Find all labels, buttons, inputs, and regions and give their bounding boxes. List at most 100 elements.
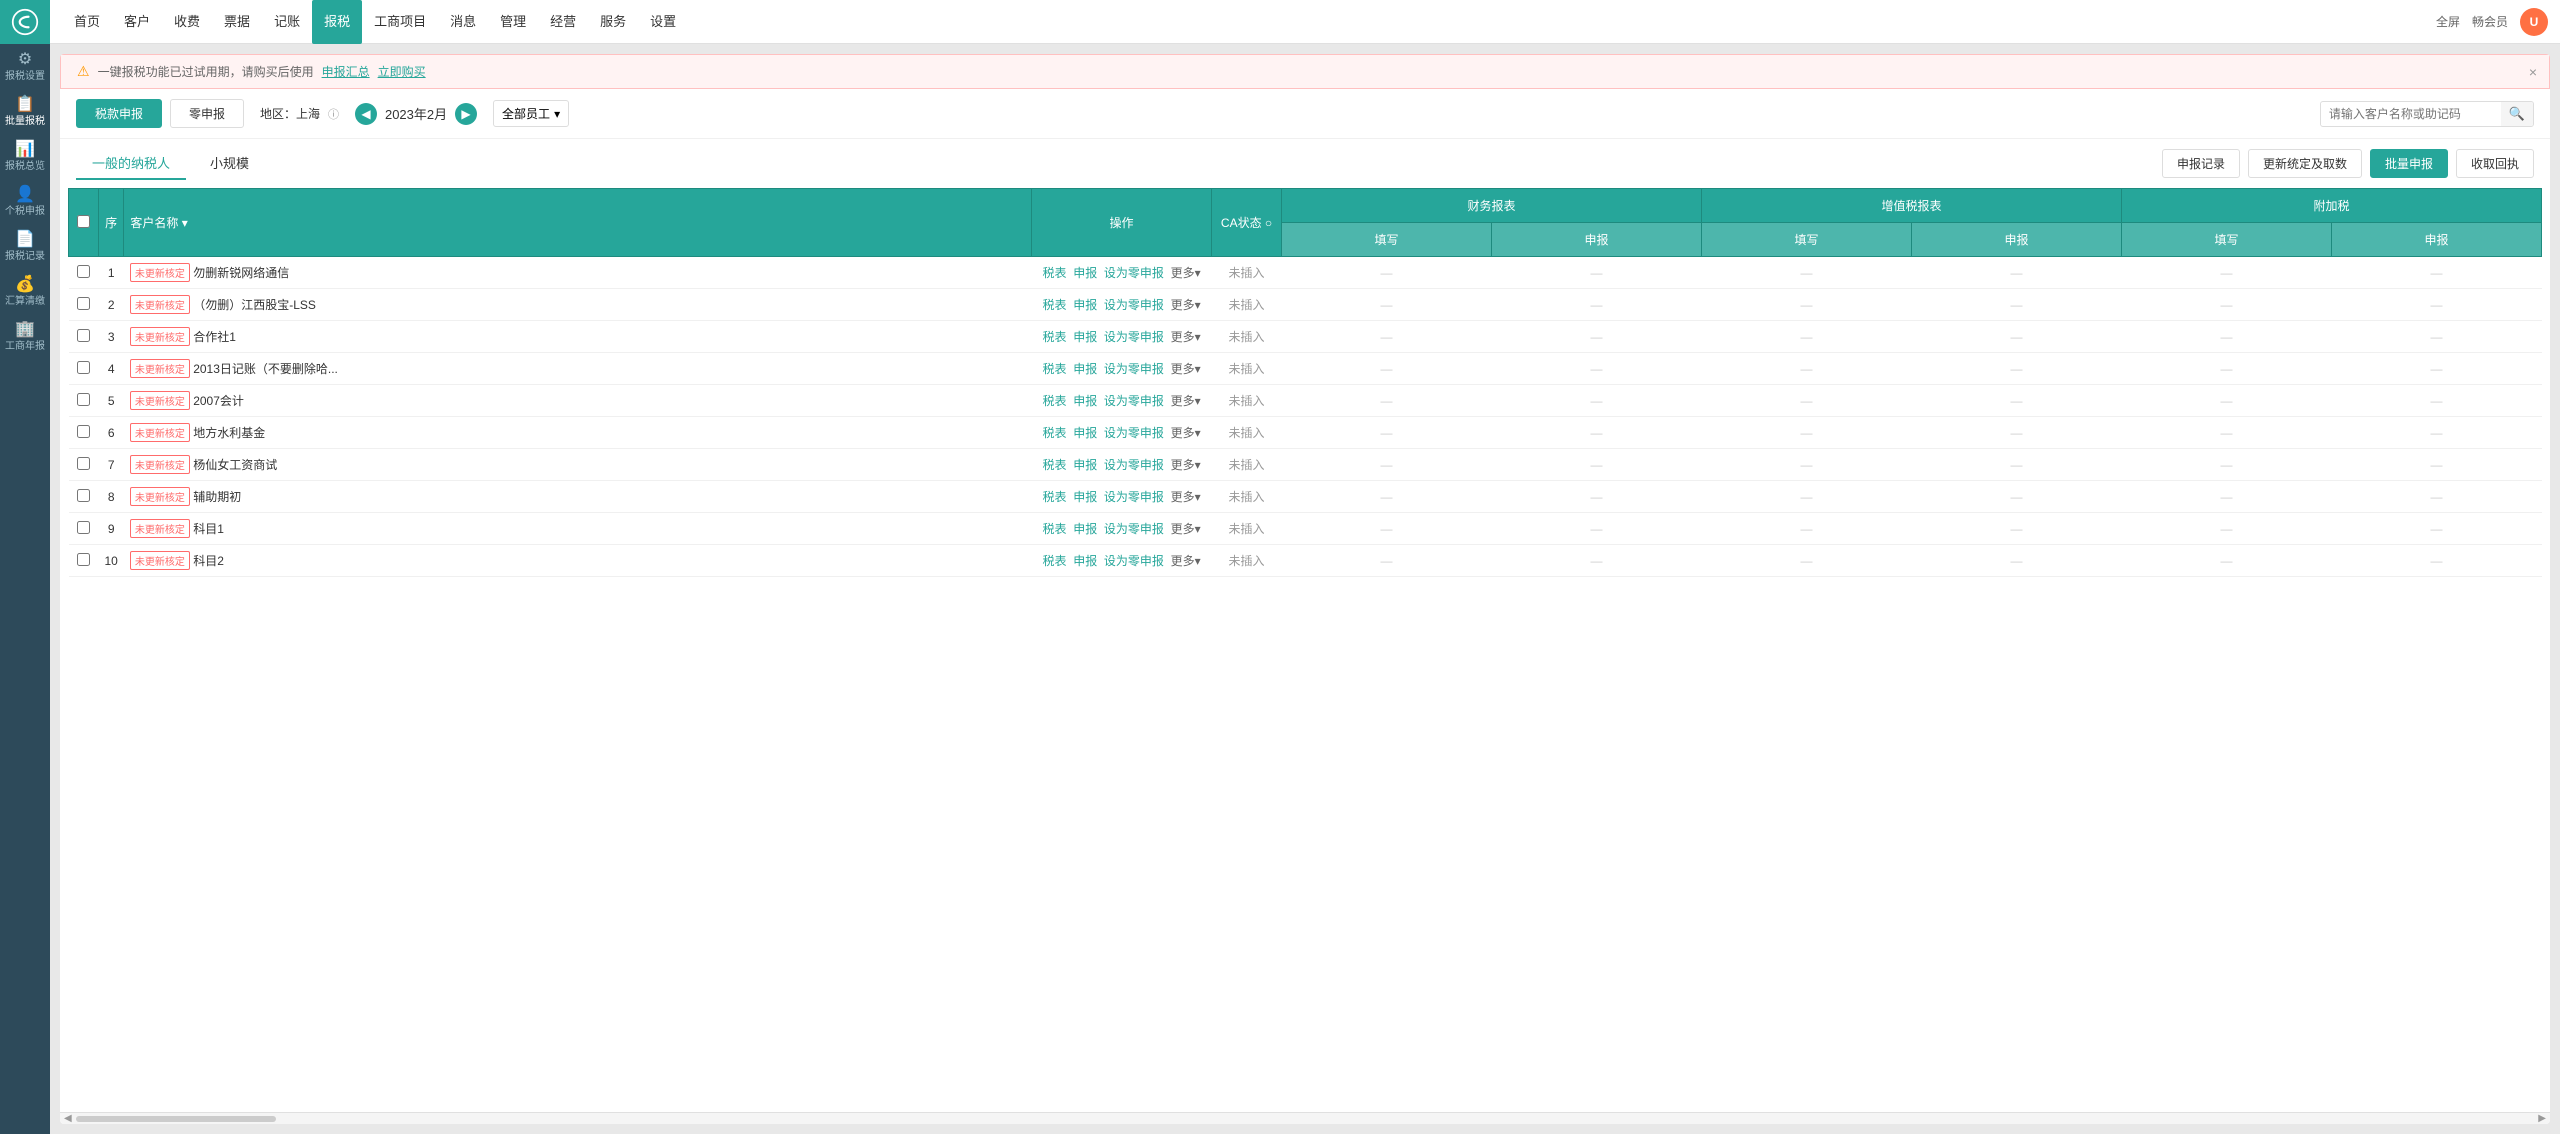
op-apply[interactable]: 申报 [1073, 522, 1097, 536]
row-checkbox[interactable] [77, 329, 90, 342]
row-checkbox[interactable] [77, 393, 90, 406]
member-btn[interactable]: 畅会员 [2472, 13, 2508, 30]
op-zero-apply[interactable]: 设为零申报 [1104, 330, 1164, 344]
banner-apply-summary-link[interactable]: 申报汇总 [322, 63, 370, 80]
nav-billing[interactable]: 收费 [162, 0, 212, 44]
update-btn[interactable]: 更新统定及取数 [2248, 149, 2362, 178]
op-tax-table[interactable]: 税表 [1043, 522, 1067, 536]
banner-close-btn[interactable]: × [2529, 64, 2537, 80]
op-apply[interactable]: 申报 [1073, 490, 1097, 504]
nav-tax[interactable]: 报税 [312, 0, 362, 44]
op-apply[interactable]: 申报 [1073, 554, 1097, 568]
period-prev-btn[interactable]: ◀ [355, 103, 377, 125]
period-nav: ◀ 2023年2月 ▶ [355, 103, 477, 125]
op-tax-table[interactable]: 税表 [1043, 362, 1067, 376]
sidebar-item-personal-tax[interactable]: 👤 个税申报 [0, 179, 50, 224]
op-tax-table[interactable]: 税表 [1043, 394, 1067, 408]
user-avatar[interactable]: U [2520, 8, 2548, 36]
op-tax-table[interactable]: 税表 [1043, 298, 1067, 312]
sidebar-item-annual-clearance[interactable]: 💰 汇算清缴 [0, 269, 50, 314]
row-checkbox[interactable] [77, 361, 90, 374]
op-tax-table[interactable]: 税表 [1043, 426, 1067, 440]
nav-message[interactable]: 消息 [438, 0, 488, 44]
op-zero-apply[interactable]: 设为零申报 [1104, 522, 1164, 536]
nav-manage[interactable]: 管理 [488, 0, 538, 44]
nav-home[interactable]: 首页 [62, 0, 112, 44]
op-zero-apply[interactable]: 设为零申报 [1104, 554, 1164, 568]
sidebar-label-tax-overview: 报税总览 [5, 161, 45, 173]
nav-business[interactable]: 工商项目 [362, 0, 438, 44]
op-more[interactable]: 更多▾ [1171, 522, 1201, 536]
op-tax-table[interactable]: 税表 [1043, 554, 1067, 568]
row-operations: 税表 申报 设为零申报 更多▾ [1032, 449, 1212, 481]
row-checkbox[interactable] [77, 521, 90, 534]
search-button[interactable]: 🔍 [2501, 102, 2533, 126]
op-zero-apply[interactable]: 设为零申报 [1104, 426, 1164, 440]
op-apply[interactable]: 申报 [1073, 298, 1097, 312]
nav-invoice[interactable]: 票据 [212, 0, 262, 44]
op-apply[interactable]: 申报 [1073, 330, 1097, 344]
op-zero-apply[interactable]: 设为零申报 [1104, 362, 1164, 376]
op-more[interactable]: 更多▾ [1171, 298, 1201, 312]
op-zero-apply[interactable]: 设为零申报 [1104, 266, 1164, 280]
op-zero-apply[interactable]: 设为零申报 [1104, 394, 1164, 408]
op-zero-apply[interactable]: 设为零申报 [1104, 298, 1164, 312]
op-apply[interactable]: 申报 [1073, 362, 1097, 376]
employee-dropdown[interactable]: 全部员工 ▾ [493, 100, 569, 127]
op-tax-table[interactable]: 税表 [1043, 458, 1067, 472]
tag-unset: 未更新核定 [130, 295, 190, 314]
period-next-btn[interactable]: ▶ [455, 103, 477, 125]
op-more[interactable]: 更多▾ [1171, 490, 1201, 504]
nav-service[interactable]: 服务 [588, 0, 638, 44]
row-checkbox[interactable] [77, 457, 90, 470]
nav-accounting[interactable]: 记账 [262, 0, 312, 44]
sidebar-item-business-annual[interactable]: 🏢 工商年报 [0, 314, 50, 359]
nav-operation[interactable]: 经营 [538, 0, 588, 44]
op-apply[interactable]: 申报 [1073, 426, 1097, 440]
sidebar-label-annual-clearance: 汇算清缴 [5, 296, 45, 308]
nav-settings[interactable]: 设置 [638, 0, 688, 44]
nav-client[interactable]: 客户 [112, 0, 162, 44]
op-more[interactable]: 更多▾ [1171, 266, 1201, 280]
banner-buy-link[interactable]: 立即购买 [378, 63, 426, 80]
op-apply[interactable]: 申报 [1073, 266, 1097, 280]
sidebar-item-tax-record[interactable]: 📄 报税记录 [0, 224, 50, 269]
row-checkbox[interactable] [77, 297, 90, 310]
row-checkbox[interactable] [77, 265, 90, 278]
sidebar-item-tax-overview[interactable]: 📊 报税总览 [0, 134, 50, 179]
op-more[interactable]: 更多▾ [1171, 458, 1201, 472]
toolbar: 税款申报 零申报 地区：上海 ⓘ ◀ 2023年2月 ▶ 全部员工 ▾ [60, 89, 2550, 139]
tab-general-taxpayer[interactable]: 一般的纳税人 [76, 147, 186, 180]
op-more[interactable]: 更多▾ [1171, 330, 1201, 344]
op-more[interactable]: 更多▾ [1171, 394, 1201, 408]
op-tax-table[interactable]: 税表 [1043, 330, 1067, 344]
tab-small-scale[interactable]: 小规模 [194, 147, 265, 180]
op-zero-apply[interactable]: 设为零申报 [1104, 458, 1164, 472]
tab-tax-apply[interactable]: 税款申报 [76, 99, 162, 128]
row-checkbox[interactable] [77, 489, 90, 502]
op-apply[interactable]: 申报 [1073, 394, 1097, 408]
withdraw-btn[interactable]: 收取回执 [2456, 149, 2534, 178]
op-more[interactable]: 更多▾ [1171, 426, 1201, 440]
sidebar-item-batch-tax[interactable]: 📋 批量报税 [0, 89, 50, 134]
sidebar-item-tax-settings[interactable]: ⚙ 报税设置 [0, 44, 50, 89]
batch-apply-btn[interactable]: 批量申报 [2370, 149, 2448, 178]
row-addtax-fill: — [2121, 353, 2331, 385]
op-tax-table[interactable]: 税表 [1043, 490, 1067, 504]
search-input[interactable] [2321, 103, 2501, 125]
select-all-checkbox[interactable] [77, 215, 90, 228]
op-zero-apply[interactable]: 设为零申报 [1104, 490, 1164, 504]
op-apply[interactable]: 申报 [1073, 458, 1097, 472]
tab-zero-apply[interactable]: 零申报 [170, 99, 244, 128]
row-checkbox[interactable] [77, 553, 90, 566]
op-more[interactable]: 更多▾ [1171, 362, 1201, 376]
scroll-bar-thumb[interactable] [76, 1116, 276, 1122]
op-more[interactable]: 更多▾ [1171, 554, 1201, 568]
op-tax-table[interactable]: 税表 [1043, 266, 1067, 280]
horizontal-scrollbar[interactable]: ◀ ▶ [60, 1112, 2550, 1124]
row-no: 4 [99, 353, 124, 385]
sidebar: ⚙ 报税设置 📋 批量报税 📊 报税总览 👤 个税申报 📄 报税记录 💰 汇算清… [0, 0, 50, 1134]
fullscreen-btn[interactable]: 全屏 [2436, 13, 2460, 30]
apply-record-btn[interactable]: 申报记录 [2162, 149, 2240, 178]
row-checkbox[interactable] [77, 425, 90, 438]
